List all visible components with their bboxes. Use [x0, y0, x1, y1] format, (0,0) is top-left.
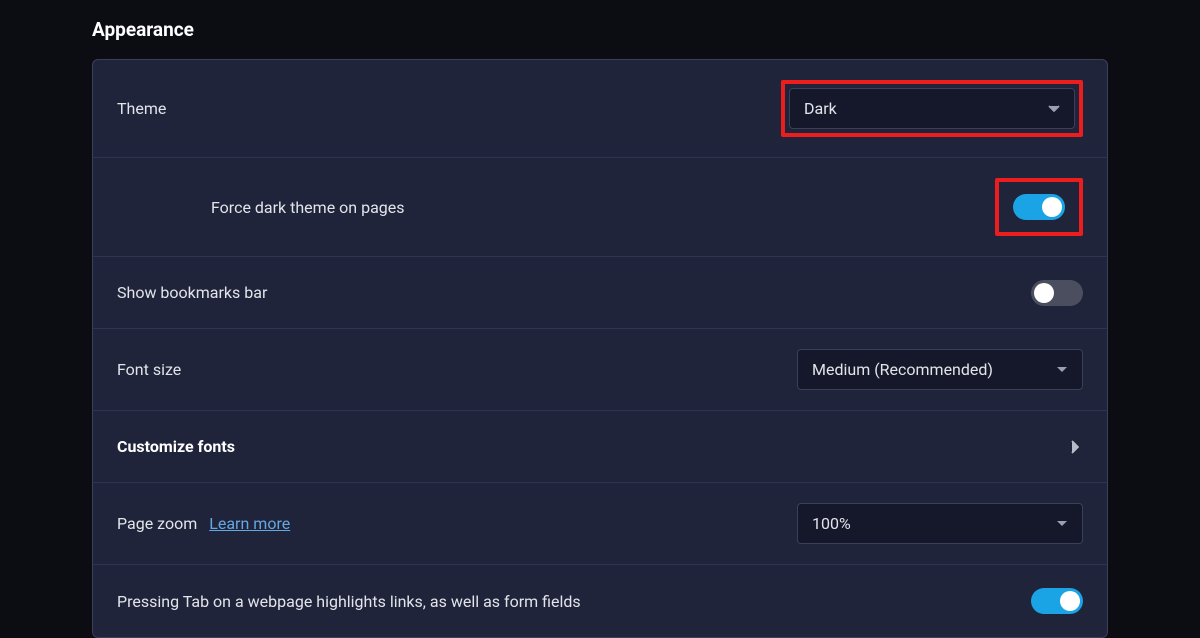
font-size-row: Font size Medium (Recommended): [93, 329, 1107, 411]
toggle-knob: [1060, 591, 1080, 611]
bookmarks-toggle[interactable]: [1031, 280, 1083, 306]
theme-select-value: Dark: [804, 99, 837, 118]
page-zoom-select[interactable]: 100%: [797, 503, 1083, 544]
highlight-theme: Dark: [781, 80, 1083, 137]
tab-highlight-toggle[interactable]: [1031, 588, 1083, 614]
customize-fonts-label: Customize fonts: [117, 437, 235, 456]
theme-label: Theme: [117, 99, 166, 118]
page-zoom-learn-more-link[interactable]: Learn more: [209, 514, 290, 533]
chevron-right-icon: [1071, 440, 1083, 454]
tab-highlight-label: Pressing Tab on a webpage highlights lin…: [117, 592, 581, 611]
page-zoom-value: 100%: [812, 514, 851, 533]
font-size-value: Medium (Recommended): [812, 360, 993, 379]
toggle-knob: [1042, 197, 1062, 217]
highlight-force-dark: [995, 178, 1083, 236]
page-zoom-label: Page zoom: [117, 514, 197, 533]
theme-select[interactable]: Dark: [789, 88, 1075, 129]
force-dark-label: Force dark theme on pages: [117, 198, 405, 217]
caret-down-icon: [1056, 366, 1068, 374]
section-title: Appearance: [92, 18, 1108, 41]
force-dark-toggle[interactable]: [1013, 194, 1065, 220]
caret-down-icon: [1048, 105, 1060, 113]
force-dark-row: Force dark theme on pages: [93, 158, 1107, 257]
theme-row: Theme Dark: [93, 60, 1107, 158]
page-zoom-row: Page zoom Learn more 100%: [93, 483, 1107, 565]
customize-fonts-row[interactable]: Customize fonts: [93, 411, 1107, 483]
bookmarks-label: Show bookmarks bar: [117, 283, 267, 302]
bookmarks-row: Show bookmarks bar: [93, 257, 1107, 329]
font-size-label: Font size: [117, 360, 181, 379]
font-size-select[interactable]: Medium (Recommended): [797, 349, 1083, 390]
appearance-panel: Theme Dark Force dark theme on pages: [92, 59, 1108, 638]
toggle-knob: [1034, 283, 1054, 303]
caret-down-icon: [1056, 520, 1068, 528]
tab-highlight-row: Pressing Tab on a webpage highlights lin…: [93, 565, 1107, 637]
